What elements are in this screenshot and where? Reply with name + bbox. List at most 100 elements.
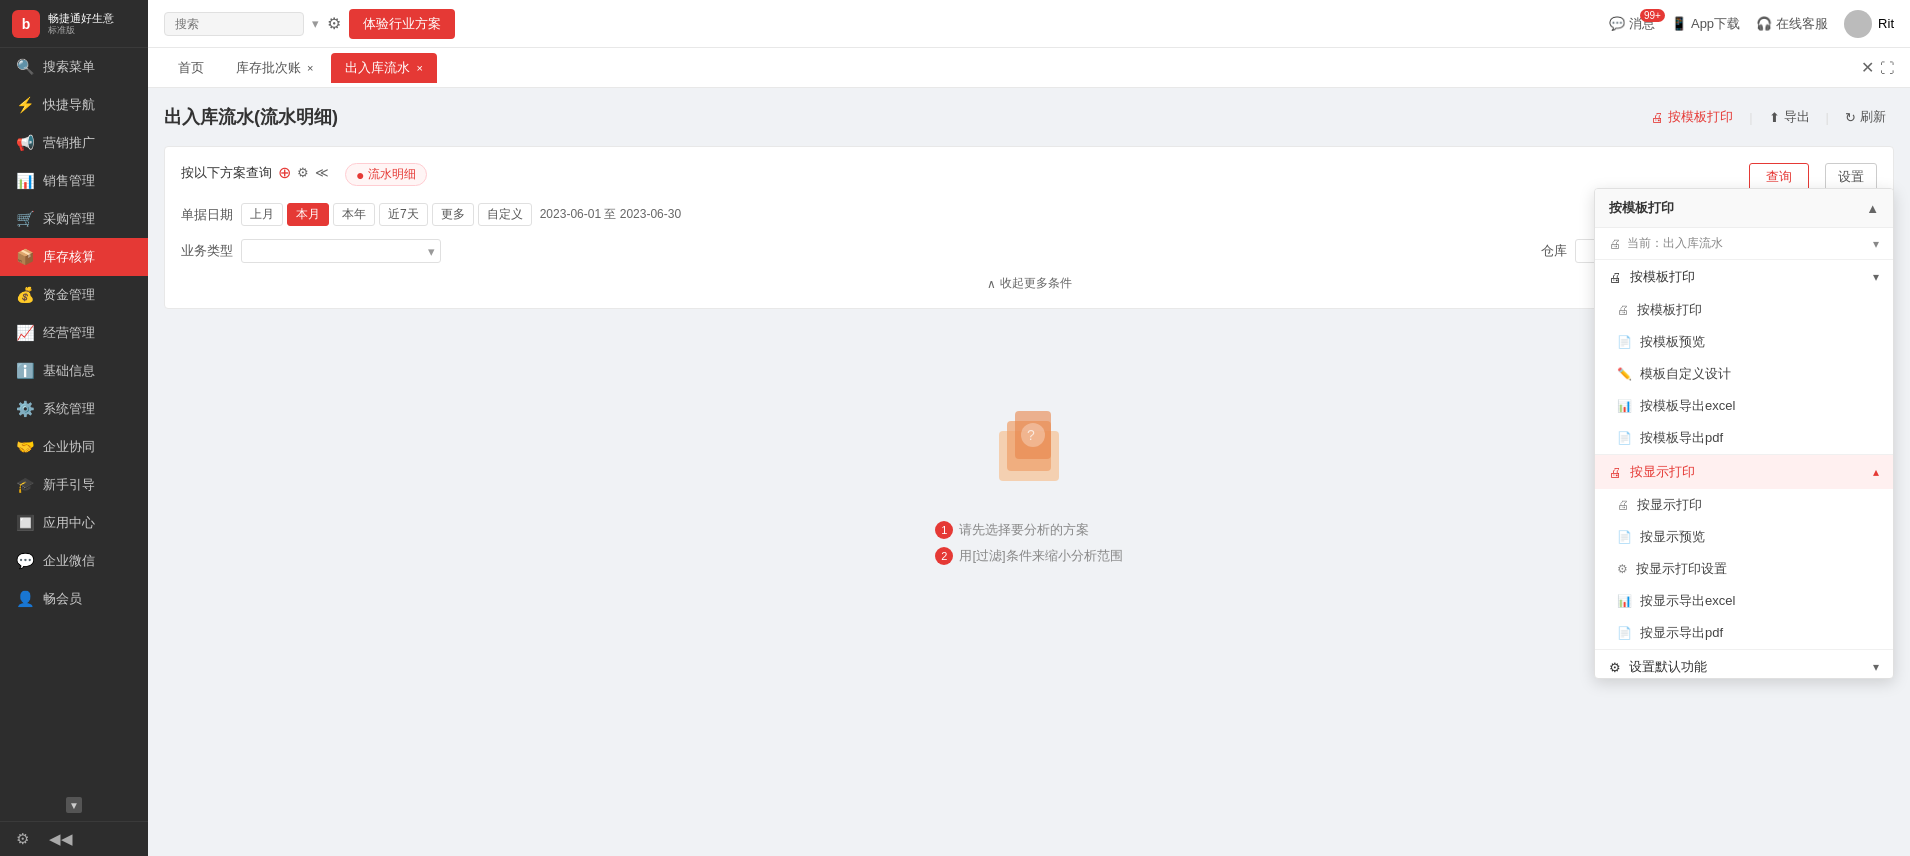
export-button[interactable]: ⬆ 导出 — [1761, 104, 1818, 130]
template-print-section-content: 🖨 按模板打印 📄 按模板预览 ✏️ 模板自定义设计 📊 — [1595, 294, 1893, 454]
sidebar-item-inventory[interactable]: 📦 库存核算 — [0, 238, 148, 276]
page-top-actions: 🖨 按模板打印 | ⬆ 导出 | ↻ 刷新 — [1643, 104, 1894, 130]
sidebar-item-quick-nav[interactable]: ⚡ 快捷导航 — [0, 86, 148, 124]
display-preview-icon: 📄 — [1617, 530, 1632, 544]
date-this-year[interactable]: 本年 — [333, 203, 375, 226]
tab-batch-ledger[interactable]: 库存批次账 × — [222, 53, 327, 83]
cooperation-icon: 🤝 — [16, 438, 35, 456]
date-custom[interactable]: 自定义 — [478, 203, 532, 226]
default-section-arrow: ▾ — [1873, 660, 1879, 674]
template-print-item[interactable]: 🖨 按模板打印 — [1609, 294, 1893, 326]
empty-icon: ? — [979, 401, 1079, 501]
sidebar-item-purchase[interactable]: 🛒 采购管理 — [0, 200, 148, 238]
search-icon: 🔍 — [16, 58, 35, 76]
svg-text:?: ? — [1027, 427, 1035, 443]
collapse-sidebar-icon[interactable]: ◀◀ — [49, 830, 73, 848]
template-export-pdf-item[interactable]: 📄 按模板导出pdf — [1609, 422, 1893, 454]
trial-button[interactable]: 体验行业方案 — [349, 9, 455, 39]
avatar — [1844, 10, 1872, 38]
date-this-month[interactable]: 本月 — [287, 203, 329, 226]
sidebar-item-system[interactable]: ⚙️ 系统管理 — [0, 390, 148, 428]
page-header: 出入库流水(流水明细) 🖨 按模板打印 | ⬆ 导出 | ↻ 刷新 — [164, 104, 1894, 130]
sidebar-item-member[interactable]: 👤 畅会员 — [0, 580, 148, 618]
sidebar-logo: b 畅捷通好生意 标准版 — [0, 0, 148, 48]
sidebar-item-tutorial[interactable]: 🎓 新手引导 — [0, 466, 148, 504]
display-export-excel-item[interactable]: 📊 按显示导出excel — [1609, 585, 1893, 617]
close-tab-btn[interactable]: ✕ — [1861, 58, 1874, 77]
item-preview-icon: 📄 — [1617, 335, 1632, 349]
topbar-dropdown-arrow[interactable]: ▾ — [312, 16, 319, 31]
tabbar: 首页 库存批次账 × 出入库流水 × ✕ ⛶ — [148, 48, 1910, 88]
download-icon: 📱 — [1671, 16, 1687, 31]
item-design-icon: ✏️ — [1617, 367, 1632, 381]
empty-step-1: 1 请先选择要分析的方案 — [935, 521, 1122, 539]
filter-config-button[interactable]: ⚙ — [297, 165, 309, 180]
date-filter-item: 单据日期 上月 本月 本年 近7天 更多 自定义 2023-06-01 至 20… — [181, 203, 681, 226]
template-design-item[interactable]: ✏️ 模板自定义设计 — [1609, 358, 1893, 390]
template-preview-item[interactable]: 📄 按模板预览 — [1609, 326, 1893, 358]
sidebar-item-operation[interactable]: 📈 经营管理 — [0, 314, 148, 352]
settings-button[interactable]: 设置 — [1825, 163, 1877, 191]
date-buttons: 上月 本月 本年 近7天 更多 自定义 — [241, 203, 532, 226]
display-preview-item[interactable]: 📄 按显示预览 — [1609, 521, 1893, 553]
item-print-icon: 🖨 — [1617, 303, 1629, 317]
filter-label: 按以下方案查询 — [181, 164, 272, 182]
date-range-label: 2023-06-01 至 2023-06-30 — [540, 206, 681, 223]
sidebar-item-wechat[interactable]: 💬 企业微信 — [0, 542, 148, 580]
settings-icon[interactable]: ⚙ — [16, 830, 29, 848]
online-service-button[interactable]: 🎧 在线客服 — [1756, 15, 1828, 33]
date-more[interactable]: 更多 — [432, 203, 474, 226]
filter-add-button[interactable]: ⊕ — [278, 163, 291, 182]
sidebar-item-sales[interactable]: 📊 销售管理 — [0, 162, 148, 200]
display-export-pdf-item[interactable]: 📄 按显示导出pdf — [1609, 617, 1893, 649]
quick-nav-icon: ⚡ — [16, 96, 35, 114]
inventory-icon: 📦 — [16, 248, 35, 266]
display-print-section-header[interactable]: 🖨 按显示打印 ▴ — [1595, 455, 1893, 489]
sidebar-item-cooperation[interactable]: 🤝 企业协同 — [0, 428, 148, 466]
display-print-item[interactable]: 🖨 按显示打印 — [1609, 489, 1893, 521]
sidebar-item-basic-info[interactable]: ℹ️ 基础信息 — [0, 352, 148, 390]
display-print-section-icon: 🖨 — [1609, 465, 1622, 480]
dropdown-collapse-arrow[interactable]: ▲ — [1866, 201, 1879, 216]
tab-flow[interactable]: 出入库流水 × — [331, 53, 436, 83]
app-download-button[interactable]: 📱 App下载 — [1671, 15, 1740, 33]
template-print-section-icon: 🖨 — [1609, 270, 1622, 285]
date-last-7days[interactable]: 近7天 — [379, 203, 428, 226]
message-button[interactable]: 💬 消息 99+ — [1609, 15, 1655, 33]
tab-home[interactable]: 首页 — [164, 53, 218, 83]
business-type-select[interactable] — [241, 239, 441, 263]
topbar-search-input[interactable] — [164, 12, 304, 36]
template-section-arrow: ▾ — [1873, 270, 1879, 284]
tab-close-batch-ledger[interactable]: × — [307, 62, 313, 74]
date-last-month[interactable]: 上月 — [241, 203, 283, 226]
empty-steps: 1 请先选择要分析的方案 2 用[过滤]条件来缩小分析范围 — [935, 521, 1122, 573]
filter-label-group: 按以下方案查询 ⊕ ⚙ ≪ — [181, 163, 329, 182]
dropdown-section-default: ⚙ 设置默认功能 ▾ — [1595, 650, 1893, 678]
set-default-icon: ⚙ — [1609, 660, 1621, 675]
query-button[interactable]: 查询 — [1749, 163, 1809, 191]
sidebar-item-marketing[interactable]: 📢 营销推广 — [0, 124, 148, 162]
logo-icon: b — [12, 10, 40, 38]
collapse-button[interactable]: ∧ 收起更多条件 — [987, 275, 1072, 292]
tab-close-flow[interactable]: × — [416, 62, 422, 74]
content-area: 出入库流水(流水明细) 🖨 按模板打印 | ⬆ 导出 | ↻ 刷新 — [148, 88, 1910, 856]
refresh-button[interactable]: ↻ 刷新 — [1837, 104, 1894, 130]
step-num-2: 2 — [935, 547, 953, 565]
topbar-gear-icon[interactable]: ⚙ — [327, 14, 341, 33]
sidebar-item-app-center[interactable]: 🔲 应用中心 — [0, 504, 148, 542]
template-export-excel-item[interactable]: 📊 按模板导出excel — [1609, 390, 1893, 422]
template-print-button[interactable]: 🖨 按模板打印 — [1643, 104, 1741, 130]
display-print-icon: 🖨 — [1617, 498, 1629, 512]
user-info[interactable]: Rit — [1844, 10, 1894, 38]
expand-tab-btn[interactable]: ⛶ — [1880, 60, 1894, 76]
app-center-icon: 🔲 — [16, 514, 35, 532]
sidebar-item-finance[interactable]: 💰 资金管理 — [0, 276, 148, 314]
sidebar-item-search[interactable]: 🔍 搜索菜单 — [0, 48, 148, 86]
filter-collapse-icon[interactable]: ≪ — [315, 165, 329, 180]
dropdown-section-display: 🖨 按显示打印 ▴ 🖨 按显示打印 📄 按显示预览 — [1595, 455, 1893, 650]
set-default-section-header[interactable]: ⚙ 设置默认功能 ▾ — [1595, 650, 1893, 678]
template-print-section-header[interactable]: 🖨 按模板打印 ▾ — [1595, 260, 1893, 294]
sidebar-scroll-down[interactable]: ▼ — [66, 797, 82, 813]
display-print-settings-item[interactable]: ⚙ 按显示打印设置 — [1609, 553, 1893, 585]
dropdown-header: 按模板打印 ▲ — [1595, 189, 1893, 228]
